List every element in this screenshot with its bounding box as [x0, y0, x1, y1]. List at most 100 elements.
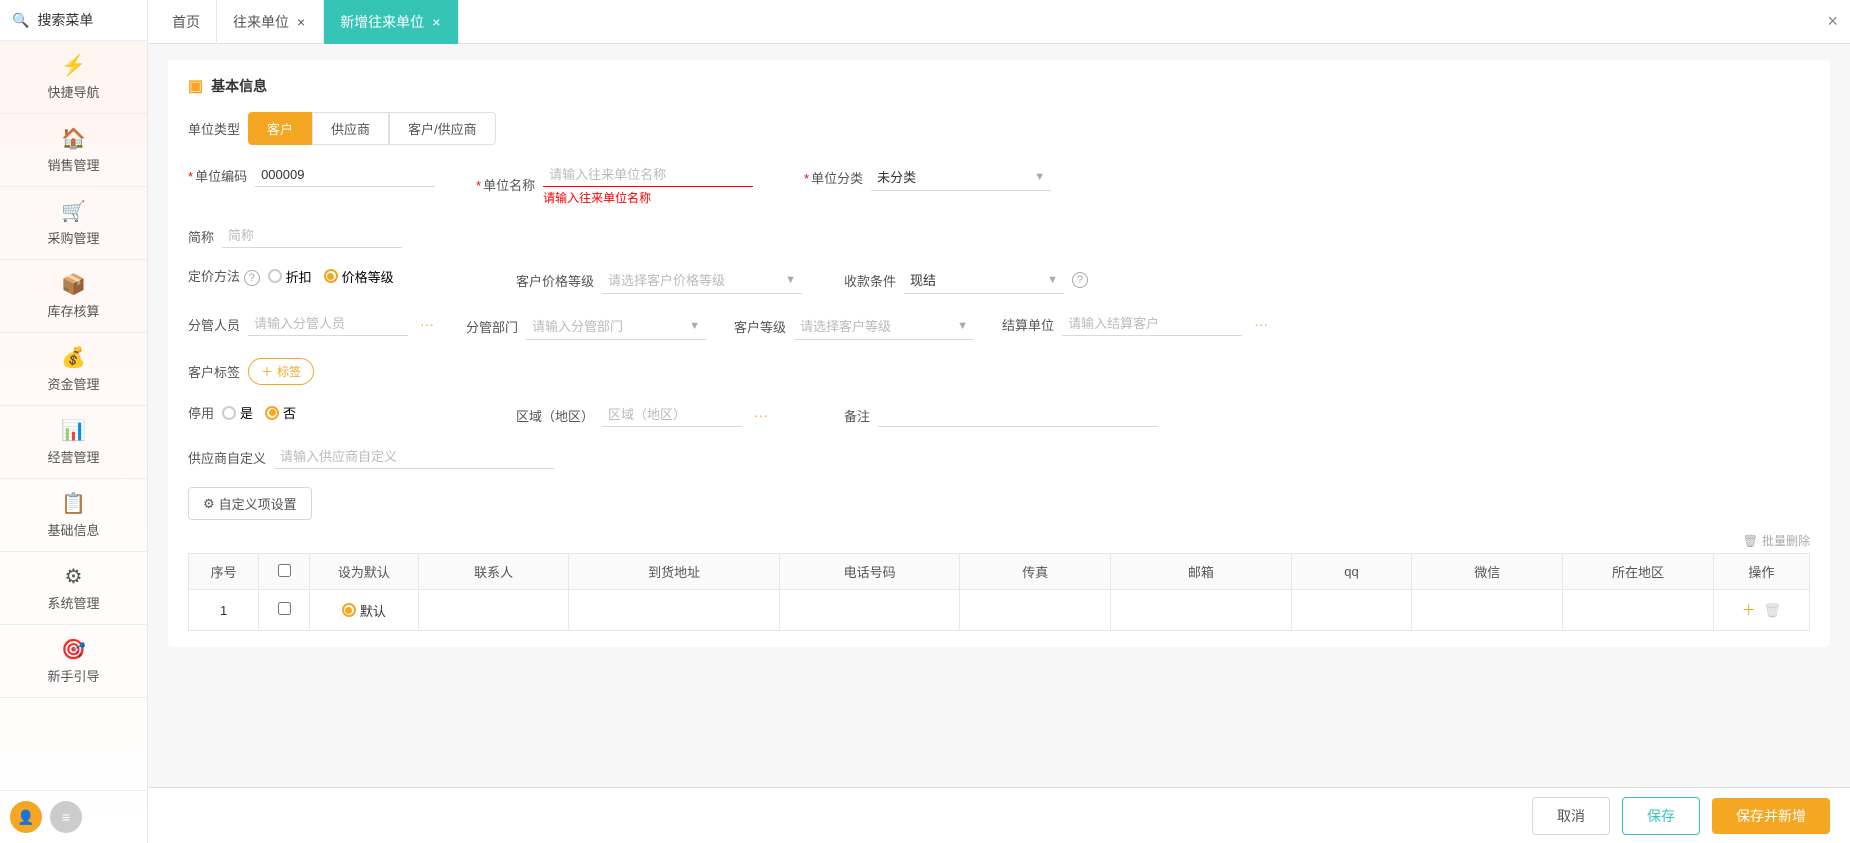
address-input[interactable] — [614, 603, 734, 618]
sidebar-item-operations[interactable]: 📊 经营管理 — [0, 406, 147, 479]
sidebar-item-guide[interactable]: 🎯 新手引导 — [0, 625, 147, 698]
customer-level-label: 客户等级 — [734, 317, 786, 336]
tab-bar: 首页 往来单位 × 新增往来单位 × × — [148, 0, 1850, 44]
type-btn-customer[interactable]: 客户 — [248, 112, 312, 145]
region-field: 区域（地区） ··· — [516, 403, 796, 427]
row-checkbox[interactable] — [278, 602, 291, 615]
disabled-yes-label: 是 — [240, 403, 253, 422]
batch-delete-btn[interactable]: 🗑 批量删除 — [1743, 532, 1810, 549]
pricing-help-icon[interactable]: ? — [244, 270, 260, 286]
basic-info-section: ▣ 基本信息 单位类型 客户 供应商 客户/供应商 *单位编 — [168, 60, 1830, 647]
col-action: 操作 — [1713, 554, 1809, 590]
add-tag-btn[interactable]: ＋ 标签 — [248, 358, 314, 385]
sidebar-user-icon[interactable]: 👤 — [10, 801, 42, 833]
region-input[interactable] — [602, 403, 742, 427]
tab-new-partner[interactable]: 新增往来单位 × — [324, 0, 459, 44]
unit-category-select[interactable]: 未分类 ▼ — [871, 163, 1051, 191]
col-address: 到货地址 — [569, 554, 779, 590]
default-radio-circle — [342, 603, 356, 617]
department-placeholder: 请输入分管部门 — [532, 316, 685, 335]
manager-input[interactable] — [248, 312, 408, 336]
phone-input[interactable] — [820, 603, 920, 618]
department-select[interactable]: 请输入分管部门 ▼ — [526, 312, 706, 340]
region-more-btn[interactable]: ··· — [750, 407, 772, 423]
contact-input[interactable] — [454, 603, 534, 618]
pricing-radio-level[interactable]: 价格等级 — [324, 267, 394, 286]
save-button[interactable]: 保存 — [1622, 797, 1700, 835]
col-contact: 联系人 — [418, 554, 569, 590]
payment-help-icon[interactable]: ? — [1072, 272, 1088, 288]
save-new-button[interactable]: 保存并新增 — [1712, 798, 1830, 834]
customer-level-select[interactable]: 请选择客户等级 ▼ — [794, 312, 974, 340]
type-btn-both[interactable]: 客户/供应商 — [389, 112, 496, 145]
manager-more-btn[interactable]: ··· — [416, 316, 438, 332]
sidebar-item-inventory[interactable]: 📦 库存核算 — [0, 260, 147, 333]
cell-phone — [779, 590, 960, 631]
sidebar-item-sales[interactable]: 🏠 销售管理 — [0, 114, 147, 187]
fax-input[interactable] — [995, 603, 1075, 618]
payment-condition-select[interactable]: 现结 ▼ — [904, 266, 1064, 294]
tab-home[interactable]: 首页 — [156, 0, 217, 44]
sidebar-extra-icon[interactable]: ≡ — [50, 801, 82, 833]
cancel-button[interactable]: 取消 — [1532, 797, 1610, 835]
remark-input[interactable] — [878, 403, 1158, 427]
sidebar-item-finance[interactable]: 💰 资金管理 — [0, 333, 147, 406]
unit-code-input[interactable] — [255, 163, 435, 187]
location-input[interactable] — [1598, 603, 1678, 618]
unit-code-label: *单位编码 — [188, 166, 247, 185]
disabled-yes-circle — [222, 406, 236, 420]
contacts-table-container: 🗑 批量删除 序号 设为默认 联系人 到货地址 — [188, 532, 1810, 631]
settlement-more-btn[interactable]: ··· — [1250, 316, 1272, 332]
settlement-input[interactable] — [1062, 312, 1242, 336]
qq-input[interactable] — [1322, 603, 1382, 618]
cell-address — [569, 590, 779, 631]
customer-level-placeholder: 请选择客户等级 — [800, 316, 953, 335]
sidebar-item-purchase[interactable]: 🛒 采购管理 — [0, 187, 147, 260]
supplier-custom-input[interactable] — [274, 445, 554, 469]
tab-new-partner-close[interactable]: × — [430, 14, 442, 30]
sidebar-item-system[interactable]: ⚙ 系统管理 — [0, 552, 147, 625]
sidebar-search[interactable]: 🔍 搜索菜单 — [0, 0, 147, 41]
unit-name-input[interactable] — [543, 163, 753, 187]
type-btn-supplier[interactable]: 供应商 — [312, 112, 389, 145]
wechat-input[interactable] — [1447, 603, 1527, 618]
sidebar-item-basic-info[interactable]: 📋 基础信息 — [0, 479, 147, 552]
add-row-btn[interactable]: ＋ — [1740, 598, 1758, 622]
basic-info-icon: 📋 — [61, 491, 86, 516]
window-close-icon[interactable]: × — [1827, 11, 1838, 32]
customer-price-select[interactable]: 请选择客户价格等级 ▼ — [602, 266, 802, 294]
cell-contact — [418, 590, 569, 631]
unit-name-label: *单位名称 — [476, 175, 535, 194]
delete-row-btn[interactable]: 🗑 — [1761, 600, 1783, 621]
tab-partners-close[interactable]: × — [295, 14, 307, 30]
email-input[interactable] — [1151, 603, 1251, 618]
select-all-checkbox[interactable] — [278, 564, 291, 577]
col-fax: 传真 — [960, 554, 1111, 590]
sidebar-item-quick-nav[interactable]: ⚡ 快捷导航 — [0, 41, 147, 114]
default-radio-item[interactable]: 默认 — [320, 601, 408, 620]
disabled-radio-yes[interactable]: 是 — [222, 403, 253, 422]
add-tag-icon: ＋ — [261, 363, 273, 380]
disabled-label: 停用 — [188, 403, 214, 422]
unit-category-value: 未分类 — [877, 167, 1030, 186]
cell-location — [1563, 590, 1714, 631]
tag-field: 客户标签 ＋ 标签 — [188, 358, 314, 385]
department-field: 分管部门 请输入分管部门 ▼ — [466, 312, 706, 340]
unit-name-wrapper: 请输入往来单位名称 — [543, 163, 753, 206]
payment-chevron: ▼ — [1047, 274, 1058, 286]
unit-type-row: 单位类型 客户 供应商 客户/供应商 — [188, 112, 1810, 145]
short-name-input[interactable] — [222, 224, 402, 248]
disabled-radio-no[interactable]: 否 — [265, 403, 296, 422]
system-icon: ⚙ — [65, 564, 83, 589]
tab-home-label: 首页 — [172, 12, 200, 32]
supplier-custom-field: 供应商自定义 — [188, 445, 554, 469]
col-location: 所在地区 — [1563, 554, 1714, 590]
operations-icon: 📊 — [61, 418, 86, 443]
custom-settings-row: ⚙ 自定义项设置 — [188, 487, 1810, 520]
pricing-radio-discount[interactable]: 折扣 — [268, 267, 312, 286]
contacts-table: 序号 设为默认 联系人 到货地址 电话号码 传真 邮箱 qq 微信 — [188, 553, 1810, 631]
customer-level-field: 客户等级 请选择客户等级 ▼ — [734, 312, 974, 340]
table-row: 1 默认 — [189, 590, 1810, 631]
custom-settings-btn[interactable]: ⚙ 自定义项设置 — [188, 487, 312, 520]
tab-partners[interactable]: 往来单位 × — [217, 0, 324, 44]
